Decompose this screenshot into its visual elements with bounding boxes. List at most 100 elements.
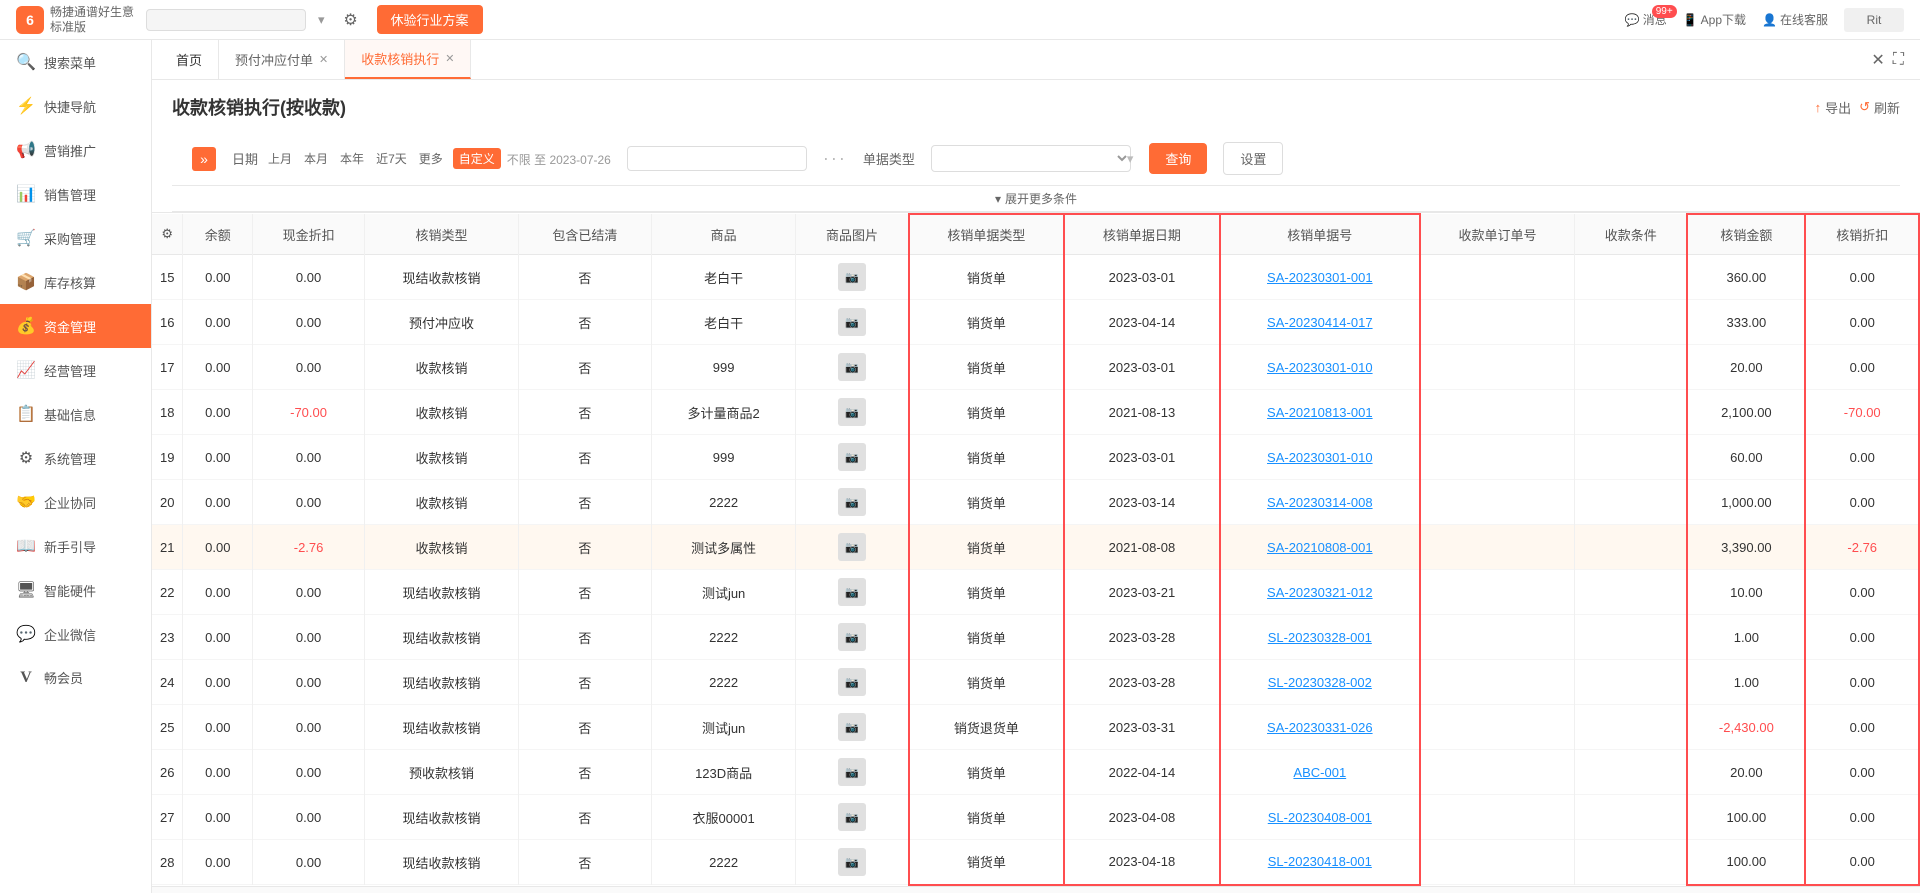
user-avatar[interactable]: Rit: [1844, 8, 1904, 32]
filter-date-custom-button[interactable]: 自定义: [453, 148, 501, 169]
cell-balance: 0.00: [183, 300, 253, 345]
cell-bill-no[interactable]: SA-20230301-010: [1220, 435, 1420, 480]
cell-bill-no[interactable]: ABC-001: [1220, 750, 1420, 795]
sidebar-item-member[interactable]: V 畅会员: [0, 656, 151, 699]
cell-bill-date: 2023-03-01: [1064, 345, 1220, 390]
maximize-tab-button[interactable]: ⛶: [1893, 51, 1904, 69]
sidebar-item-search[interactable]: 🔍 搜索菜单: [0, 40, 151, 84]
sidebar-item-purchase[interactable]: 🛒 采购管理: [0, 216, 151, 260]
cell-bill-no[interactable]: SA-20230414-017: [1220, 300, 1420, 345]
table-row: 19 0.00 0.00 收款核销 否 999 📷 销货单 2023-03-01…: [152, 435, 1919, 480]
cell-bill-no[interactable]: SL-20230328-002: [1220, 660, 1420, 705]
cell-amount: 3,390.00: [1687, 525, 1805, 570]
expand-more-button[interactable]: ▾ 展开更多条件: [995, 190, 1077, 207]
export-button[interactable]: ↑ 导出: [1815, 98, 1852, 117]
sidebar-item-wechat[interactable]: 💬 企业微信: [0, 612, 151, 656]
sidebar-item-inventory[interactable]: 📦 库存核算: [0, 260, 151, 304]
cell-bill-no[interactable]: SA-20230301-010: [1220, 345, 1420, 390]
purchase-icon: 🛒: [16, 228, 36, 248]
sidebar-item-system[interactable]: ⚙ 系统管理: [0, 436, 151, 480]
cell-bill-type: 销货单: [909, 345, 1065, 390]
table-row: 26 0.00 0.00 预收款核销 否 123D商品 📷 销货单 2022-0…: [152, 750, 1919, 795]
cell-included: 否: [518, 300, 651, 345]
top-search-input[interactable]: [146, 9, 306, 31]
single-type-select[interactable]: [931, 145, 1131, 172]
cell-order-no: [1420, 750, 1575, 795]
sidebar-item-marketing[interactable]: 📢 营销推广: [0, 128, 151, 172]
cell-discount: 0.00: [1805, 705, 1919, 750]
cell-no: 23: [152, 615, 183, 660]
cell-bill-no[interactable]: SL-20230418-001: [1220, 840, 1420, 885]
sidebar-item-label: 营销推广: [44, 141, 96, 160]
gear-icon[interactable]: ⚙: [337, 6, 365, 34]
cell-condition: [1575, 660, 1688, 705]
close-collection-icon[interactable]: ✕: [445, 52, 454, 65]
table-row: 23 0.00 0.00 现结收款核销 否 2222 📷 销货单 2023-03…: [152, 615, 1919, 660]
cell-bill-no[interactable]: SA-20210813-001: [1220, 390, 1420, 435]
system-icon: ⚙: [16, 448, 36, 468]
cell-bill-no[interactable]: SA-20230331-026: [1220, 705, 1420, 750]
sidebar-item-quicknav[interactable]: ⚡ 快捷导航: [0, 84, 151, 128]
filter-date-links: 上月 本月 本年 近7天 更多: [264, 148, 447, 169]
tab-collection[interactable]: 收款核销执行 ✕: [345, 40, 471, 79]
cell-bill-type: 销货单: [909, 525, 1065, 570]
cell-order-no: [1420, 300, 1575, 345]
cell-img: 📷: [796, 840, 909, 885]
col-settings[interactable]: ⚙: [152, 214, 183, 255]
messages-button[interactable]: 💬 消息 99+: [1625, 11, 1667, 28]
cell-included: 否: [518, 840, 651, 885]
cell-cash-discount: 0.00: [253, 750, 365, 795]
sidebar-item-hardware[interactable]: 🖥 智能硬件: [0, 568, 151, 612]
filter-date-last-month[interactable]: 上月: [264, 148, 296, 169]
settings-button[interactable]: 设置: [1223, 142, 1283, 175]
cell-bill-no[interactable]: SA-20210808-001: [1220, 525, 1420, 570]
table-row: 28 0.00 0.00 现结收款核销 否 2222 📷 销货单 2023-04…: [152, 840, 1919, 885]
cell-product: 测试多属性: [651, 525, 796, 570]
service-icon: 👤: [1762, 13, 1777, 27]
sidebar-item-enterprise[interactable]: 🤝 企业协同: [0, 480, 151, 524]
cell-bill-no[interactable]: SL-20230408-001: [1220, 795, 1420, 840]
tab-home[interactable]: 首页: [160, 40, 219, 79]
cell-order-no: [1420, 660, 1575, 705]
sidebar-item-sales[interactable]: 📊 销售管理: [0, 172, 151, 216]
cell-amount: 360.00: [1687, 255, 1805, 300]
filter-date-this-year[interactable]: 本年: [336, 148, 368, 169]
industry-button[interactable]: 休验行业方案: [377, 5, 483, 34]
page-title-row: 收款核销执行(按收款) ↑ 导出 ↺ 刷新: [172, 94, 1900, 120]
cell-bill-no[interactable]: SL-20230328-001: [1220, 615, 1420, 660]
filter-expand-button[interactable]: »: [192, 147, 216, 171]
filter-date-this-month[interactable]: 本月: [300, 148, 332, 169]
app-download-button[interactable]: 📱 App下载: [1683, 11, 1746, 28]
refresh-button[interactable]: ↺ 刷新: [1859, 98, 1900, 117]
cell-amount: 20.00: [1687, 750, 1805, 795]
cell-product: 2222: [651, 615, 796, 660]
tab-home-label: 首页: [176, 50, 202, 69]
table-body: 15 0.00 0.00 现结收款核销 否 老白干 📷 销货单 2023-03-…: [152, 255, 1919, 885]
cell-cash-discount: 0.00: [253, 435, 365, 480]
filter-dots-icon[interactable]: ···: [823, 148, 847, 169]
online-service-button[interactable]: 👤 在线客服: [1762, 11, 1828, 28]
filter-date-7days[interactable]: 近7天: [372, 148, 411, 169]
cell-bill-no[interactable]: SA-20230301-001: [1220, 255, 1420, 300]
cell-condition: [1575, 255, 1688, 300]
table-area[interactable]: ⚙ 余额 现金折扣 核销类型 包含已结清 商品 商品图片 核销单据类型 核销单据…: [152, 213, 1920, 893]
sidebar-item-basic[interactable]: 📋 基础信息: [0, 392, 151, 436]
cell-bill-no[interactable]: SA-20230314-008: [1220, 480, 1420, 525]
tab-prepay[interactable]: 预付冲应付单 ✕: [219, 40, 345, 79]
sidebar-item-newbie[interactable]: 📖 新手引导: [0, 524, 151, 568]
cell-bill-no[interactable]: SA-20230321-012: [1220, 570, 1420, 615]
messages-badge: 99+: [1652, 5, 1677, 18]
cell-type: 现结收款核销: [364, 705, 518, 750]
partner-input[interactable]: [627, 146, 807, 171]
cell-bill-type: 销货单: [909, 750, 1065, 795]
cell-img: 📷: [796, 525, 909, 570]
close-tab-button[interactable]: ✕: [1871, 50, 1884, 70]
cell-balance: 0.00: [183, 615, 253, 660]
sidebar-item-finance[interactable]: 💰 资金管理: [0, 304, 151, 348]
close-prepay-icon[interactable]: ✕: [319, 53, 328, 66]
cell-bill-date: 2023-03-14: [1064, 480, 1220, 525]
filter-date-more[interactable]: 更多: [415, 148, 447, 169]
cell-img: 📷: [796, 480, 909, 525]
query-button[interactable]: 查询: [1149, 143, 1207, 174]
sidebar-item-management[interactable]: 📈 经营管理: [0, 348, 151, 392]
